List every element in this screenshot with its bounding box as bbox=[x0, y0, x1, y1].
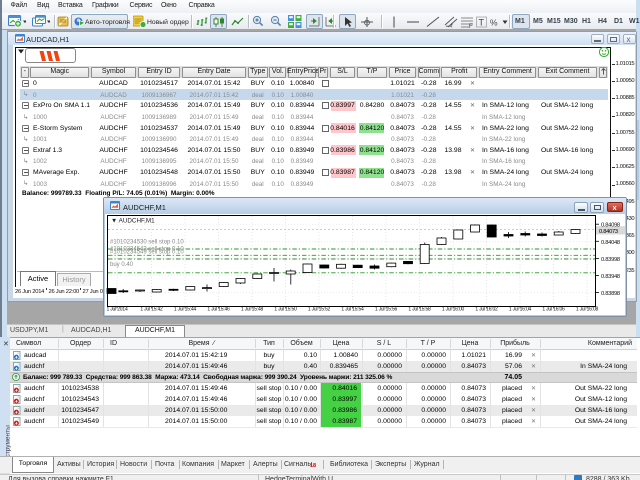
svg-text:▼ AUDCHF,M1: ▼ AUDCHF,M1 bbox=[111, 218, 155, 225]
svg-text:f: f bbox=[451, 24, 453, 29]
svg-text:F: F bbox=[469, 24, 473, 28]
svg-text:#1010234530 sell stop 0.10: #1010234530 sell stop 0.10 bbox=[110, 240, 184, 246]
svg-text:0.83948: 0.83948 bbox=[601, 274, 620, 280]
svg-text:0.83998: 0.83998 bbox=[601, 257, 620, 263]
svg-text:0.83898: 0.83898 bbox=[601, 291, 620, 297]
svg-text:0.84048: 0.84048 bbox=[601, 240, 620, 246]
svg-text:%: % bbox=[490, 18, 498, 28]
svg-text:T: T bbox=[479, 18, 485, 28]
svg-text:buy 0.40: buy 0.40 bbox=[110, 262, 134, 268]
svg-text:#1010234549 sell stop 0.10: #1010234549 sell stop 0.10 bbox=[110, 250, 184, 256]
svg-text:0.84073: 0.84073 bbox=[599, 229, 618, 235]
svg-text:0.84098: 0.84098 bbox=[601, 223, 620, 229]
